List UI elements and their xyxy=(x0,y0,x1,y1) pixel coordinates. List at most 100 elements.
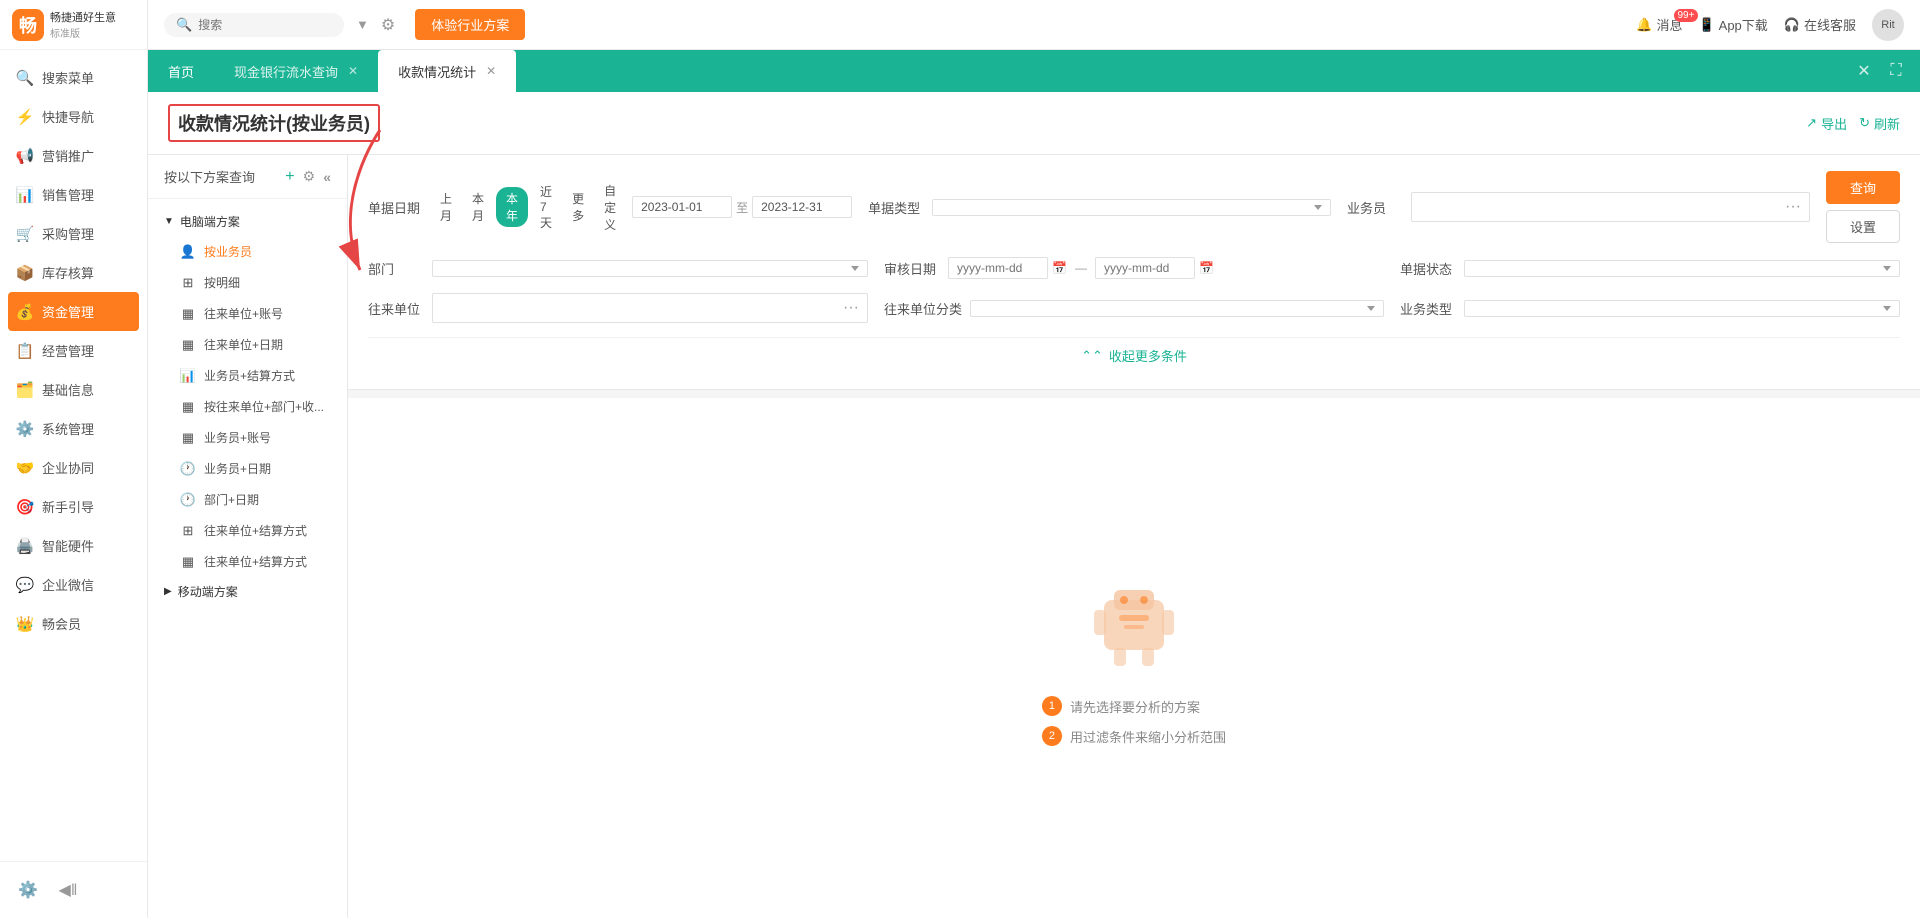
audit-date-group: 📅 — 📅 xyxy=(948,257,1214,279)
table4-icon: ▦ xyxy=(180,430,196,446)
sidebar-item-basic[interactable]: 🗂️ 基础信息 xyxy=(0,370,147,409)
header-right-area: 🔔 消息 99+ 📱 App下载 🎧 在线客服 Rit xyxy=(1636,9,1904,41)
user-avatar[interactable]: Rit xyxy=(1872,9,1904,41)
sidebar-item-member[interactable]: 👑 畅会员 xyxy=(0,604,147,643)
salesman-more-btn[interactable]: ··· xyxy=(1785,198,1801,216)
tab-collection-close-icon[interactable]: ✕ xyxy=(486,64,496,78)
sidebar-item-finance[interactable]: 💰 资金管理 xyxy=(8,292,139,331)
audit-from-input[interactable] xyxy=(948,257,1048,279)
chevron-right-icon: ▶ xyxy=(164,586,172,597)
sidebar-item-sales[interactable]: 📊 销售管理 xyxy=(0,175,147,214)
search-nav-icon: 🔍 xyxy=(16,69,34,87)
sidebar-item-inventory[interactable]: 📦 库存核算 xyxy=(0,253,147,292)
docstatus-chevron-icon xyxy=(1883,266,1891,271)
scheme-item-by-salesman[interactable]: 👤 按业务员 xyxy=(148,236,347,267)
scheme-item-dept-date[interactable]: 🕐 部门+日期 xyxy=(148,484,347,515)
sidebar-settings-btn[interactable]: ⚙️ xyxy=(12,874,44,906)
doctype-select[interactable] xyxy=(932,199,1331,216)
scheme-item-by-detail[interactable]: ⊞ 按明细 xyxy=(148,267,347,298)
tab-close-all-icon[interactable]: ✕ xyxy=(1852,59,1876,83)
scheme-item-salesman-settlement[interactable]: 📊 业务员+结算方式 xyxy=(148,360,347,391)
pc-scheme-title[interactable]: ▼ 电脑端方案 xyxy=(148,207,347,236)
left-panel-actions: + ⚙ « xyxy=(285,168,331,186)
date-btn-custom[interactable]: 自定义 xyxy=(596,179,624,236)
detail-icon: ⊞ xyxy=(180,275,196,291)
enterprise-icon: 🤝 xyxy=(16,459,34,477)
sidebar-item-purchase[interactable]: 🛒 采购管理 xyxy=(0,214,147,253)
date-btn-last-month[interactable]: 上月 xyxy=(432,187,460,227)
counterparty-select[interactable]: ··· xyxy=(432,293,868,323)
date-from-input[interactable] xyxy=(632,196,732,218)
collapse-filter-btn[interactable]: ⌃⌃ 收起更多条件 xyxy=(368,337,1900,373)
scheme-item-salesman-date[interactable]: 🕐 业务员+日期 xyxy=(148,453,347,484)
online-service-btn[interactable]: 🎧 在线客服 xyxy=(1784,15,1856,34)
scheme-item-salesman-account[interactable]: ▦ 业务员+账号 xyxy=(148,422,347,453)
table3-icon: ▦ xyxy=(180,399,196,415)
add-scheme-btn[interactable]: + xyxy=(285,168,294,186)
sidebar: 畅 畅捷通好生意 标准版 🔍 搜索菜单 ⚡ 快捷导航 📢 营销推广 📊 销售管理… xyxy=(0,0,148,918)
scheme-item-unit-settlement1[interactable]: ⊞ 往来单位+结算方式 xyxy=(148,515,347,546)
sidebar-collapse-btn[interactable]: ◀‖ xyxy=(52,874,84,906)
table5-icon: ▦ xyxy=(180,554,196,570)
empty-step-1: 1 请先选择要分析的方案 xyxy=(1042,696,1226,716)
sidebar-item-operations[interactable]: 📋 经营管理 xyxy=(0,331,147,370)
header-settings-icon[interactable]: ⚙ xyxy=(381,15,395,35)
message-btn[interactable]: 🔔 消息 99+ xyxy=(1636,15,1682,34)
search-icon: 🔍 xyxy=(176,17,192,33)
scheme-settings-btn[interactable]: ⚙ xyxy=(303,168,316,185)
date-range-group: 至 xyxy=(632,196,852,218)
date-quick-group: 上月 本月 本年 近7天 更多 自定义 xyxy=(432,179,624,236)
right-panel: 单据日期 上月 本月 本年 近7天 更多 自定义 至 xyxy=(348,155,1920,918)
sidebar-item-quicknav[interactable]: ⚡ 快捷导航 xyxy=(0,97,147,136)
date-btn-this-month[interactable]: 本月 xyxy=(464,187,492,227)
left-panel-title: 按以下方案查询 xyxy=(164,167,255,186)
counterparty-cat-label: 往来单位分类 xyxy=(884,299,962,318)
date-to-input[interactable] xyxy=(752,196,852,218)
sidebar-item-system[interactable]: ⚙️ 系统管理 xyxy=(0,409,147,448)
counterparty-more-btn[interactable]: ··· xyxy=(843,299,859,317)
scheme-section: ▼ 电脑端方案 👤 按业务员 ⊞ 按明细 ▦ xyxy=(148,199,347,614)
empty-steps: 1 请先选择要分析的方案 2 用过滤条件来缩小分析范围 xyxy=(1042,696,1226,756)
salesman-select[interactable]: ··· xyxy=(1411,192,1810,222)
sidebar-item-guide[interactable]: 🎯 新手引导 xyxy=(0,487,147,526)
biztype-label: 业务类型 xyxy=(1400,299,1456,318)
scheme-item-unit-account[interactable]: ▦ 往来单位+账号 xyxy=(148,298,347,329)
sidebar-item-enterprise[interactable]: 🤝 企业协同 xyxy=(0,448,147,487)
docstatus-select[interactable] xyxy=(1464,260,1900,277)
app-download-btn[interactable]: 📱 App下载 xyxy=(1698,15,1767,34)
audit-to-input[interactable] xyxy=(1095,257,1195,279)
scheme-item-unit-dept[interactable]: ▦ 按往来单位+部门+收... xyxy=(148,391,347,422)
export-button[interactable]: ↗ 导出 xyxy=(1806,114,1847,133)
biztype-chevron-icon xyxy=(1883,306,1891,311)
person-icon: 👤 xyxy=(180,244,196,260)
page-content: 收款情况统计(按业务员) ↗ 导出 ↻ 刷新 按以下方案查询 + xyxy=(148,92,1920,918)
tab-bank-close-icon[interactable]: ✕ xyxy=(348,64,358,78)
trial-button[interactable]: 体验行业方案 xyxy=(415,9,525,40)
search-input[interactable] xyxy=(198,18,318,32)
pc-scheme-group: ▼ 电脑端方案 👤 按业务员 ⊞ 按明细 ▦ xyxy=(148,207,347,577)
tab-expand-icon[interactable]: ⛶ xyxy=(1884,59,1908,83)
sidebar-item-wechat[interactable]: 💬 企业微信 xyxy=(0,565,147,604)
query-button[interactable]: 查询 xyxy=(1826,171,1900,204)
date-btn-7days[interactable]: 近7天 xyxy=(532,180,560,234)
sidebar-item-search[interactable]: 🔍 搜索菜单 xyxy=(0,58,147,97)
tab-bank[interactable]: 现金银行流水查询 ✕ xyxy=(214,50,378,92)
tab-collection[interactable]: 收款情况统计 ✕ xyxy=(378,50,516,92)
tab-home[interactable]: 首页 xyxy=(148,50,214,92)
scheme-item-unit-settlement2[interactable]: ▦ 往来单位+结算方式 xyxy=(148,546,347,577)
scheme-item-unit-date[interactable]: ▦ 往来单位+日期 xyxy=(148,329,347,360)
refresh-button[interactable]: ↻ 刷新 xyxy=(1859,114,1900,133)
date-btn-this-year[interactable]: 本年 xyxy=(496,187,528,227)
panel-collapse-btn[interactable]: « xyxy=(323,169,331,185)
header-dropdown-btn[interactable]: ▼ xyxy=(356,17,369,32)
mobile-scheme-title[interactable]: ▶ 移动端方案 xyxy=(148,577,347,606)
counterparty-cat-select[interactable] xyxy=(970,300,1384,317)
sidebar-item-marketing[interactable]: 📢 营销推广 xyxy=(0,136,147,175)
sidebar-item-hardware[interactable]: 🖨️ 智能硬件 xyxy=(0,526,147,565)
set-button[interactable]: 设置 xyxy=(1826,210,1900,243)
dept-select[interactable] xyxy=(432,260,868,277)
empty-step-2: 2 用过滤条件来缩小分析范围 xyxy=(1042,726,1226,746)
biztype-select[interactable] xyxy=(1464,300,1900,317)
date-btn-more[interactable]: 更多 xyxy=(564,187,592,227)
header-search-box[interactable]: 🔍 xyxy=(164,13,344,37)
